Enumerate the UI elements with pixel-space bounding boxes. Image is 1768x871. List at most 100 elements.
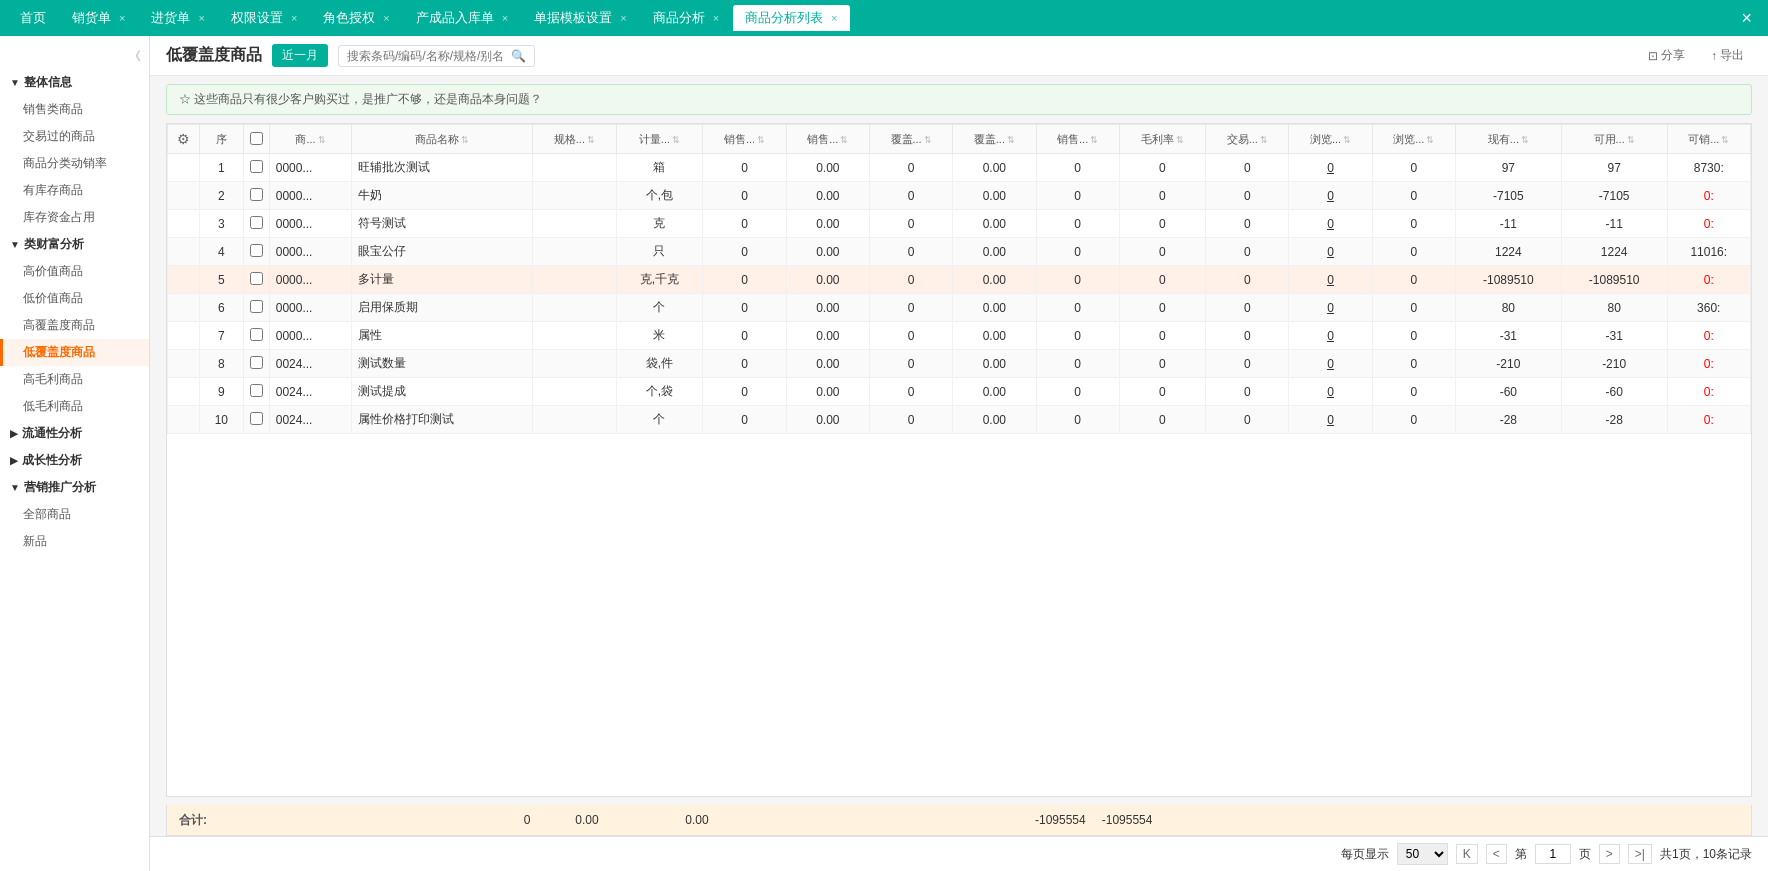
close-icon[interactable]: × xyxy=(831,12,837,24)
sidebar-item-low-value[interactable]: 低价值商品 xyxy=(0,285,149,312)
sidebar-item-category-rate[interactable]: 商品分类动销率 xyxy=(0,150,149,177)
th-browse1[interactable]: 浏览...⇅ xyxy=(1289,125,1372,154)
td-checkbox[interactable] xyxy=(243,210,269,238)
select-all-checkbox[interactable] xyxy=(250,132,263,145)
sidebar-item-new-goods[interactable]: 新品 xyxy=(0,528,149,555)
close-icon[interactable]: × xyxy=(198,12,204,24)
th-name[interactable]: 商品名称⇅ xyxy=(352,125,533,154)
sidebar-item-stocked-goods[interactable]: 有库存商品 xyxy=(0,177,149,204)
td-browse1[interactable]: 0 xyxy=(1289,406,1372,434)
th-sales-qty[interactable]: 销售...⇅ xyxy=(703,125,786,154)
nav-tab-template[interactable]: 单据模板设置 × xyxy=(522,5,638,31)
sidebar-item-inventory-capital[interactable]: 库存资金占用 xyxy=(0,204,149,231)
nav-tab-production[interactable]: 产成品入库单 × xyxy=(404,5,520,31)
close-icon[interactable]: × xyxy=(502,12,508,24)
sidebar-item-high-coverage[interactable]: 高覆盖度商品 xyxy=(0,312,149,339)
sidebar-item-all-goods[interactable]: 全部商品 xyxy=(0,501,149,528)
window-close-button[interactable]: × xyxy=(1733,8,1760,29)
time-filter-button[interactable]: 近一月 xyxy=(272,44,328,67)
settings-icon[interactable]: ⚙ xyxy=(177,131,190,147)
th-sales-amt[interactable]: 销售...⇅ xyxy=(786,125,869,154)
row-checkbox[interactable] xyxy=(250,272,263,285)
td-browse1[interactable]: 0 xyxy=(1289,322,1372,350)
td-checkbox[interactable] xyxy=(243,294,269,322)
nav-tab-goods-analysis-list[interactable]: 商品分析列表 × xyxy=(733,5,849,31)
th-coverage1[interactable]: 覆盖...⇅ xyxy=(869,125,952,154)
sidebar-item-high-margin[interactable]: 高毛利商品 xyxy=(0,366,149,393)
td-no: 6 xyxy=(200,294,244,322)
close-icon[interactable]: × xyxy=(620,12,626,24)
row-checkbox[interactable] xyxy=(250,216,263,229)
row-checkbox[interactable] xyxy=(250,188,263,201)
close-icon[interactable]: × xyxy=(383,12,389,24)
td-checkbox[interactable] xyxy=(243,266,269,294)
row-checkbox[interactable] xyxy=(250,384,263,397)
td-checkbox[interactable] xyxy=(243,378,269,406)
row-checkbox[interactable] xyxy=(250,300,263,313)
search-input[interactable] xyxy=(347,49,507,63)
td-checkbox[interactable] xyxy=(243,350,269,378)
th-code[interactable]: 商...⇅ xyxy=(269,125,352,154)
next-page-button[interactable]: > xyxy=(1599,844,1620,864)
th-trade[interactable]: 交易...⇅ xyxy=(1206,125,1289,154)
td-browse1[interactable]: 0 xyxy=(1289,182,1372,210)
sidebar-collapse-button[interactable]: 《 xyxy=(0,44,149,69)
td-checkbox[interactable] xyxy=(243,154,269,182)
close-icon[interactable]: × xyxy=(291,12,297,24)
nav-tab-home[interactable]: 首页 xyxy=(8,5,58,31)
page-number-input[interactable] xyxy=(1535,844,1571,864)
th-checkbox[interactable] xyxy=(243,125,269,154)
nav-tab-purchase[interactable]: 进货单 × xyxy=(139,5,216,31)
row-checkbox[interactable] xyxy=(250,160,263,173)
td-browse1[interactable]: 0 xyxy=(1289,350,1372,378)
th-sellable[interactable]: 可销...⇅ xyxy=(1667,125,1750,154)
th-gross-rate[interactable]: 毛利率⇅ xyxy=(1119,125,1205,154)
th-sales-x[interactable]: 销售...⇅ xyxy=(1036,125,1119,154)
table-row: 8 0024... 测试数量 袋,件 0 0.00 0 0.00 0 0 0 0… xyxy=(168,350,1751,378)
th-settings[interactable]: ⚙ xyxy=(168,125,200,154)
close-icon[interactable]: × xyxy=(713,12,719,24)
th-coverage2[interactable]: 覆盖...⇅ xyxy=(953,125,1036,154)
th-current[interactable]: 现有...⇅ xyxy=(1455,125,1561,154)
sidebar-item-low-coverage[interactable]: 低覆盖度商品 xyxy=(0,339,149,366)
th-spec[interactable]: 规格...⇅ xyxy=(533,125,616,154)
sidebar-section-circulation[interactable]: ▶ 流通性分析 xyxy=(0,420,149,447)
export-button[interactable]: ↑ 导出 xyxy=(1703,44,1752,67)
prev-page-button[interactable]: < xyxy=(1486,844,1507,864)
nav-tab-roles[interactable]: 角色授权 × xyxy=(311,5,401,31)
td-checkbox[interactable] xyxy=(243,238,269,266)
td-checkbox[interactable] xyxy=(243,182,269,210)
sidebar-section-overall[interactable]: ▼ 整体信息 xyxy=(0,69,149,96)
td-checkbox[interactable] xyxy=(243,322,269,350)
last-page-button[interactable]: >| xyxy=(1628,844,1652,864)
sidebar-section-marketing[interactable]: ▼ 营销推广分析 xyxy=(0,474,149,501)
row-checkbox[interactable] xyxy=(250,328,263,341)
sidebar-section-wealth[interactable]: ▼ 类财富分析 xyxy=(0,231,149,258)
close-icon[interactable]: × xyxy=(119,12,125,24)
row-checkbox[interactable] xyxy=(250,412,263,425)
first-page-button[interactable]: K xyxy=(1456,844,1478,864)
td-checkbox[interactable] xyxy=(243,406,269,434)
th-browse2[interactable]: 浏览...⇅ xyxy=(1372,125,1455,154)
nav-tab-goods-analysis[interactable]: 商品分析 × xyxy=(641,5,731,31)
td-browse1[interactable]: 0 xyxy=(1289,154,1372,182)
per-page-select[interactable]: 50 20 100 200 xyxy=(1397,843,1448,865)
share-button[interactable]: ⊡ 分享 xyxy=(1640,44,1693,67)
sidebar-item-high-value[interactable]: 高价值商品 xyxy=(0,258,149,285)
row-checkbox[interactable] xyxy=(250,244,263,257)
nav-tab-sales[interactable]: 销货单 × xyxy=(60,5,137,31)
row-checkbox[interactable] xyxy=(250,356,263,369)
sidebar-item-sales-goods[interactable]: 销售类商品 xyxy=(0,96,149,123)
td-browse1[interactable]: 0 xyxy=(1289,378,1372,406)
td-browse1[interactable]: 0 xyxy=(1289,294,1372,322)
nav-tab-permissions[interactable]: 权限设置 × xyxy=(219,5,309,31)
sidebar-item-low-margin[interactable]: 低毛利商品 xyxy=(0,393,149,420)
search-icon[interactable]: 🔍 xyxy=(511,49,526,63)
th-unit[interactable]: 计量...⇅ xyxy=(616,125,703,154)
sidebar-item-traded-goods[interactable]: 交易过的商品 xyxy=(0,123,149,150)
td-browse1[interactable]: 0 xyxy=(1289,266,1372,294)
td-browse1[interactable]: 0 xyxy=(1289,238,1372,266)
td-browse1[interactable]: 0 xyxy=(1289,210,1372,238)
sidebar-section-growth[interactable]: ▶ 成长性分析 xyxy=(0,447,149,474)
th-available[interactable]: 可用...⇅ xyxy=(1561,125,1667,154)
